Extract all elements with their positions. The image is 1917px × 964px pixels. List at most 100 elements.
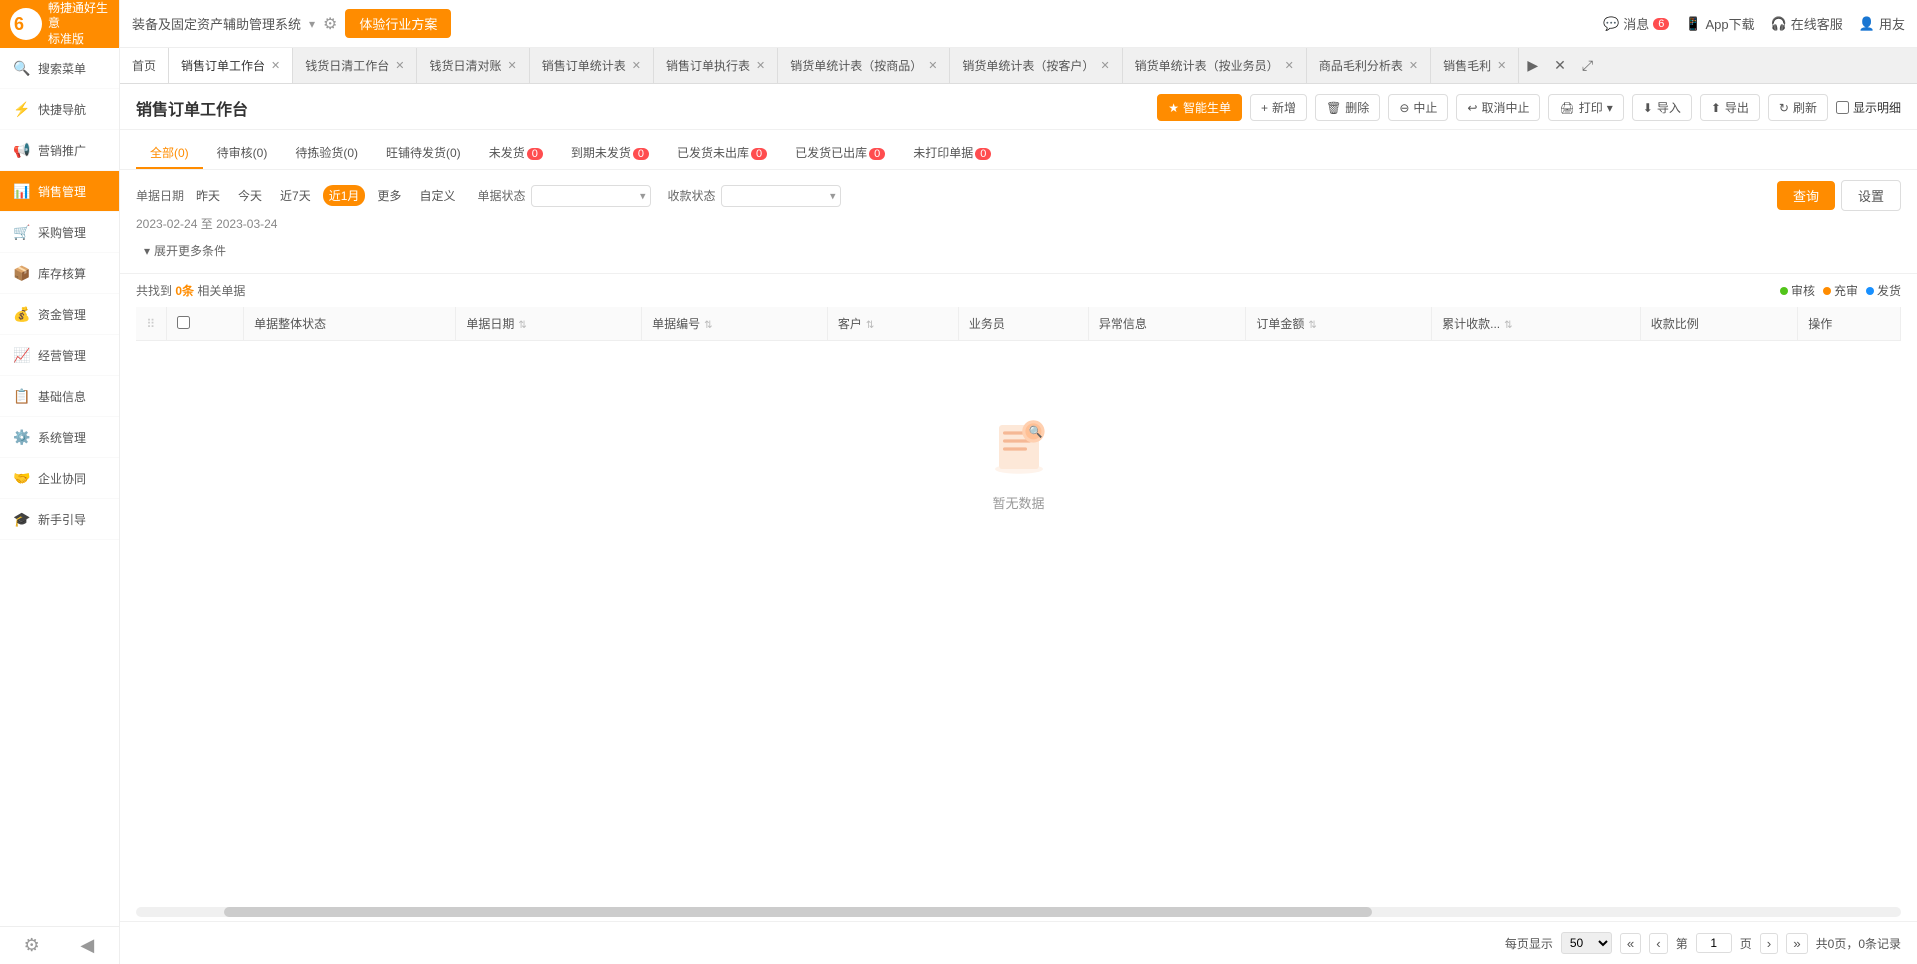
sidebar-settings-btn[interactable]: ⚙: [8, 935, 56, 956]
sidebar-item-purchase[interactable]: 🛒 采购管理: [0, 212, 119, 253]
messages-btn[interactable]: 💬 消息 6: [1603, 14, 1669, 33]
tab-staff-close[interactable]: ✕: [1285, 59, 1294, 72]
sidebar-item-marketing[interactable]: 📢 营销推广: [0, 130, 119, 171]
unreviewed-btn[interactable]: 充审: [1823, 282, 1858, 299]
date-custom-btn[interactable]: 自定义: [413, 185, 461, 206]
export-btn[interactable]: ⬆ 导出: [1700, 94, 1760, 121]
sidebar-item-enterprise[interactable]: 🤝 企业协同: [0, 458, 119, 499]
next-page-btn[interactable]: ›: [1760, 933, 1778, 954]
sidebar-collapse-btn[interactable]: ◀: [64, 935, 112, 956]
col-date[interactable]: 单据日期⇅: [456, 307, 642, 341]
unreviewed-dot: [1823, 287, 1831, 295]
sub-tab-pending-check[interactable]: 待拣验货(0): [281, 138, 372, 169]
col-staff: 业务员: [958, 307, 1088, 341]
show-detail-label[interactable]: 显示明细: [1836, 99, 1901, 116]
tab-sales-workbench[interactable]: 销售订单工作台 ✕: [169, 48, 293, 83]
sidebar-item-guide[interactable]: 🎓 新手引导: [0, 499, 119, 540]
tab-sales-exec-close[interactable]: ✕: [756, 59, 765, 72]
sidebar-item-base[interactable]: 📋 基础信息: [0, 376, 119, 417]
tab-more-btn[interactable]: ▶: [1519, 48, 1546, 83]
import-btn[interactable]: ⬇ 导入: [1632, 94, 1692, 121]
select-all-checkbox[interactable]: [177, 316, 190, 329]
date-yesterday-btn[interactable]: 昨天: [190, 185, 226, 206]
tab-gross-profit[interactable]: 商品毛利分析表 ✕: [1307, 48, 1431, 83]
sub-tab-expired[interactable]: 到期未发货0: [557, 138, 663, 169]
tab-cash-daily[interactable]: 钱货日清工作台 ✕: [293, 48, 417, 83]
col-amount[interactable]: 订单金额⇅: [1246, 307, 1432, 341]
stop-btn[interactable]: ⊖ 中止: [1388, 94, 1448, 121]
sidebar-item-operations[interactable]: 📈 经营管理: [0, 335, 119, 376]
date-7days-btn[interactable]: 近7天: [274, 185, 317, 206]
sidebar-item-system[interactable]: ⚙️ 系统管理: [0, 417, 119, 458]
refresh-btn[interactable]: ↻ 刷新: [1768, 94, 1828, 121]
tab-cash-reconcile-close[interactable]: ✕: [508, 59, 517, 72]
review-btn[interactable]: 审核: [1780, 282, 1815, 299]
sidebar-item-quick-nav[interactable]: ⚡ 快捷导航: [0, 89, 119, 130]
expand-filter-btn[interactable]: ▾ 展开更多条件: [136, 238, 1901, 263]
prev-page-btn[interactable]: ‹: [1649, 933, 1667, 954]
new-btn[interactable]: + 新增: [1250, 94, 1307, 121]
first-page-btn[interactable]: «: [1620, 933, 1641, 954]
tab-sales-summary-product[interactable]: 销货单统计表（按商品） ✕: [778, 48, 950, 83]
payment-select[interactable]: [721, 185, 841, 207]
scroll-thumb[interactable]: [224, 907, 1371, 917]
show-detail-checkbox[interactable]: [1836, 101, 1849, 114]
ship-btn[interactable]: 发货: [1866, 282, 1901, 299]
tab-sales-summary-staff[interactable]: 销货单统计表（按业务员） ✕: [1123, 48, 1307, 83]
tab-cash-daily-close[interactable]: ✕: [395, 59, 404, 72]
sub-tab-not-printed[interactable]: 未打印单据0: [899, 138, 1005, 169]
app-download-btn[interactable]: 📱 App下载: [1685, 14, 1754, 33]
sidebar-item-search[interactable]: 🔍 搜索菜单: [0, 48, 119, 89]
smart-create-btn[interactable]: ★ 智能生单: [1157, 94, 1242, 121]
sub-tab-shipped-out[interactable]: 已发货已出库0: [781, 138, 899, 169]
tab-sales-stats[interactable]: 销售订单统计表 ✕: [530, 48, 654, 83]
sub-tab-pending-review[interactable]: 待审核(0): [203, 138, 282, 169]
sidebar-item-finance[interactable]: 💰 资金管理: [0, 294, 119, 335]
col-number[interactable]: 单据编号⇅: [642, 307, 828, 341]
tab-sales-profit-close[interactable]: ✕: [1497, 59, 1506, 72]
tab-product-close[interactable]: ✕: [928, 59, 937, 72]
tab-sales-workbench-close[interactable]: ✕: [271, 59, 280, 72]
last-page-btn[interactable]: »: [1786, 933, 1807, 954]
tab-customer-close[interactable]: ✕: [1100, 59, 1109, 72]
sub-tab-not-shipped[interactable]: 未发货0: [475, 138, 557, 169]
delete-btn[interactable]: 🗑 删除: [1315, 94, 1380, 121]
sub-tab-wangpu[interactable]: 旺铺待发货(0): [372, 138, 475, 169]
sidebar-item-sales[interactable]: 📊 销售管理: [0, 171, 119, 212]
sub-tab-all[interactable]: 全部(0): [136, 138, 203, 169]
inventory-icon: 📦: [12, 263, 32, 283]
date-today-btn[interactable]: 今天: [232, 185, 268, 206]
tab-home[interactable]: 首页: [120, 48, 169, 83]
col-abnormal: 异常信息: [1088, 307, 1245, 341]
user-menu-btn[interactable]: 👤 用友: [1859, 14, 1905, 33]
tab-sales-stats-close[interactable]: ✕: [632, 59, 641, 72]
header-dropdown-arrow[interactable]: ▾: [309, 17, 315, 31]
tab-sales-exec[interactable]: 销售订单执行表 ✕: [654, 48, 778, 83]
col-collected[interactable]: 累计收款...⇅: [1432, 307, 1641, 341]
header-settings-icon[interactable]: ⚙: [323, 14, 337, 34]
tab-gross-profit-close[interactable]: ✕: [1409, 59, 1418, 72]
date-more-btn[interactable]: 更多: [371, 185, 407, 206]
sub-tab-shipped-not-out[interactable]: 已发货未出库0: [663, 138, 781, 169]
industry-solution-btn[interactable]: 体验行业方案: [345, 9, 451, 38]
col-customer[interactable]: 客户⇅: [827, 307, 958, 341]
tab-cash-reconcile[interactable]: 钱货日清对账 ✕: [417, 48, 529, 83]
date-1month-btn[interactable]: 近1月: [323, 185, 366, 206]
tab-close-all-btn[interactable]: ✕: [1546, 48, 1574, 83]
page-input[interactable]: [1696, 933, 1732, 953]
tab-sales-profit[interactable]: 销售毛利 ✕: [1431, 48, 1519, 83]
horizontal-scrollbar[interactable]: [136, 907, 1901, 917]
export-icon: ⬆: [1711, 101, 1721, 115]
tab-expand-btn[interactable]: ⤢: [1574, 48, 1601, 83]
query-btn[interactable]: 查询: [1777, 181, 1835, 210]
status-select[interactable]: [531, 185, 651, 207]
online-service-btn[interactable]: 🎧 在线客服: [1771, 14, 1843, 33]
sidebar-item-inventory[interactable]: 📦 库存核算: [0, 253, 119, 294]
workbench-actions: ★ 智能生单 + 新增 🗑 删除 ⊖ 中止: [1157, 94, 1901, 121]
page-size-select[interactable]: 50 10 20 100: [1561, 932, 1612, 954]
set-btn[interactable]: 设置: [1841, 180, 1901, 211]
print-btn[interactable]: 🖨 打印 ▾: [1548, 94, 1623, 121]
cancel-stop-btn[interactable]: ↩ 取消中止: [1456, 94, 1540, 121]
payment-filter: 收款状态: [667, 185, 841, 207]
tab-sales-summary-customer[interactable]: 销货单统计表（按客户） ✕: [950, 48, 1122, 83]
